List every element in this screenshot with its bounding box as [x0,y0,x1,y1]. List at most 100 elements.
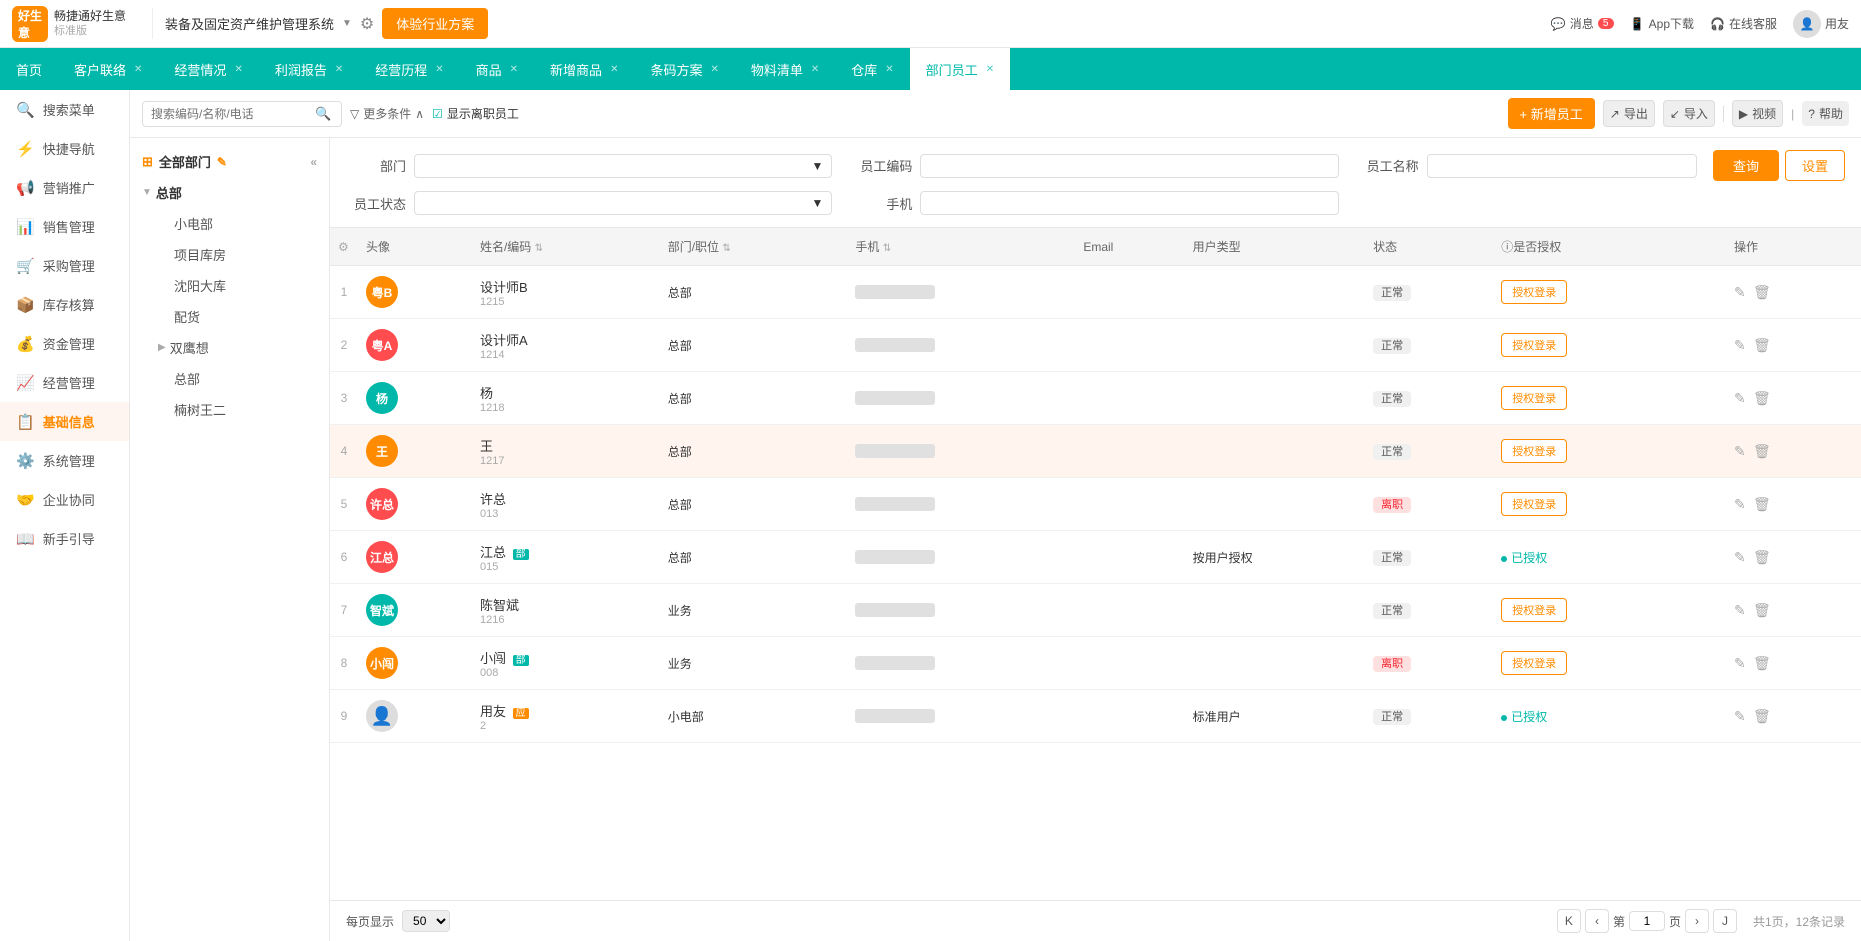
auth-login-button[interactable]: 授权登录 [1501,439,1567,463]
dept-select[interactable]: ▼ [414,154,832,178]
dept-node-shuangying[interactable]: ▶双鹰想 [130,332,329,363]
dept-node-shenyang[interactable]: 沈阳大库 [130,270,329,301]
query-button[interactable]: 查询 [1713,150,1779,181]
system-dropdown-arrow[interactable]: ▼ [342,18,352,29]
close-tab-icon[interactable]: ✕ [510,64,518,75]
trial-button[interactable]: 体验行业方案 [382,8,488,39]
phone-input[interactable] [920,191,1338,215]
search-input-wrap[interactable]: 🔍 [142,101,342,127]
delete-icon[interactable]: 🗑 [1753,390,1771,406]
nav-tab-利润报告[interactable]: 利润报告✕ [259,48,359,90]
page-input[interactable] [1629,911,1665,931]
sidebar-item-coop[interactable]: 🤝企业协同 [0,480,129,519]
edit-icon[interactable]: ✎ [1734,443,1746,459]
dept-node-xiaodibu[interactable]: 小电部 [130,208,329,239]
emp-status-select[interactable]: ▼ [414,191,832,215]
sidebar-item-shortcut[interactable]: ⚡快捷导航 [0,129,129,168]
edit-icon[interactable]: ✎ [1734,337,1746,353]
delete-icon[interactable]: 🗑 [1753,655,1771,671]
close-tab-icon[interactable]: ✕ [134,64,142,75]
dept-node-root[interactable]: ▼总部 [130,177,329,208]
sidebar-item-guide[interactable]: 📖新手引导 [0,519,129,558]
close-tab-icon[interactable]: ✕ [885,64,893,75]
import-button[interactable]: ↙ 导入 [1663,100,1715,127]
next-page-btn[interactable]: › [1685,909,1709,933]
col-phone[interactable]: 手机 ⇅ [847,228,1075,266]
dept-edit-icon[interactable]: ✎ [217,155,227,169]
per-page-select[interactable]: 50 [402,910,450,932]
message-btn[interactable]: 💬 消息 5 [1551,15,1614,32]
first-page-btn[interactable]: K [1557,909,1581,933]
delete-icon[interactable]: 🗑 [1753,337,1771,353]
emp-code-input[interactable] [920,154,1338,178]
more-filter-btn[interactable]: ▽ 更多条件 ∧ [350,105,424,122]
dept-node-xiangmu[interactable]: 项目库房 [130,239,329,270]
last-page-btn[interactable]: J [1713,909,1737,933]
nav-tab-条码方案[interactable]: 条码方案✕ [634,48,734,90]
dept-node-zongbu[interactable]: 总部 [130,363,329,394]
auth-login-button[interactable]: 授权登录 [1501,651,1567,675]
close-tab-icon[interactable]: ✕ [335,64,343,75]
nav-tab-客户联络[interactable]: 客户联络✕ [58,48,158,90]
add-employee-button[interactable]: + 新增员工 [1508,98,1595,129]
nav-tab-仓库[interactable]: 仓库✕ [835,48,909,90]
dept-collapse-icon[interactable]: « [310,155,317,169]
nav-tab-新增商品[interactable]: 新增商品✕ [534,48,634,90]
export-button[interactable]: ↗ 导出 [1603,100,1655,127]
set-button[interactable]: 设置 [1785,150,1845,181]
sidebar-item-inventory[interactable]: 📦库存核算 [0,285,129,324]
show-resign-toggle[interactable]: ☑ 显示离职员工 [432,105,519,122]
close-tab-icon[interactable]: ✕ [986,64,994,75]
video-button[interactable]: ▶ 视频 [1732,100,1783,127]
nav-tab-部门员工[interactable]: 部门员工✕ [910,48,1010,90]
delete-icon[interactable]: 🗑 [1753,284,1771,300]
close-tab-icon[interactable]: ✕ [710,64,718,75]
col-dept[interactable]: 部门/职位 ⇅ [660,228,848,266]
auth-login-button[interactable]: 授权登录 [1501,492,1567,516]
delete-icon[interactable]: 🗑 [1753,708,1771,724]
nav-tab-首页[interactable]: 首页 [0,48,58,90]
help-button[interactable]: ? 帮助 [1802,101,1849,126]
emp-name-input[interactable] [1427,154,1697,178]
auth-login-button[interactable]: 授权登录 [1501,386,1567,410]
auth-login-button[interactable]: 授权登录 [1501,598,1567,622]
nav-tab-物料清单[interactable]: 物料清单✕ [735,48,835,90]
edit-icon[interactable]: ✎ [1734,496,1746,512]
delete-icon[interactable]: 🗑 [1753,602,1771,618]
sidebar-item-operation[interactable]: 📈经营管理 [0,363,129,402]
sidebar-item-finance[interactable]: 💰资金管理 [0,324,129,363]
nav-tab-经营历程[interactable]: 经营历程✕ [359,48,459,90]
prev-page-btn[interactable]: ‹ [1585,909,1609,933]
search-input[interactable] [151,107,311,121]
dept-node-peihuo[interactable]: 配货 [130,301,329,332]
col-settings[interactable]: ⚙ [330,228,358,266]
auth-login-button[interactable]: 授权登录 [1501,333,1567,357]
user-btn[interactable]: 👤 用友 [1793,10,1849,38]
edit-icon[interactable]: ✎ [1734,602,1746,618]
dept-node-pumuliangwang[interactable]: 楠树王二 [130,394,329,425]
sidebar-item-basic[interactable]: 📋基础信息 [0,402,129,441]
sidebar-item-search[interactable]: 🔍搜索菜单 [0,90,129,129]
delete-icon[interactable]: 🗑 [1753,443,1771,459]
edit-icon[interactable]: ✎ [1734,708,1746,724]
gear-icon[interactable]: ⚙ [360,14,374,34]
sidebar-item-system[interactable]: ⚙️系统管理 [0,441,129,480]
auth-login-button[interactable]: 授权登录 [1501,280,1567,304]
sidebar-item-sales[interactable]: 📊销售管理 [0,207,129,246]
sidebar-item-purchase[interactable]: 🛒采购管理 [0,246,129,285]
close-tab-icon[interactable]: ✕ [435,64,443,75]
col-name[interactable]: 姓名/编码 ⇅ [472,228,660,266]
edit-icon[interactable]: ✎ [1734,390,1746,406]
edit-icon[interactable]: ✎ [1734,284,1746,300]
delete-icon[interactable]: 🗑 [1753,549,1771,565]
sidebar-item-marketing[interactable]: 📢营销推广 [0,168,129,207]
app-download-btn[interactable]: 📱 App下载 [1630,15,1694,32]
close-tab-icon[interactable]: ✕ [610,64,618,75]
edit-icon[interactable]: ✎ [1734,549,1746,565]
close-tab-icon[interactable]: ✕ [234,64,242,75]
online-service-btn[interactable]: 🎧 在线客服 [1710,15,1777,32]
nav-tab-经营情况[interactable]: 经营情况✕ [158,48,258,90]
nav-tab-商品[interactable]: 商品✕ [460,48,534,90]
edit-icon[interactable]: ✎ [1734,655,1746,671]
close-tab-icon[interactable]: ✕ [811,64,819,75]
